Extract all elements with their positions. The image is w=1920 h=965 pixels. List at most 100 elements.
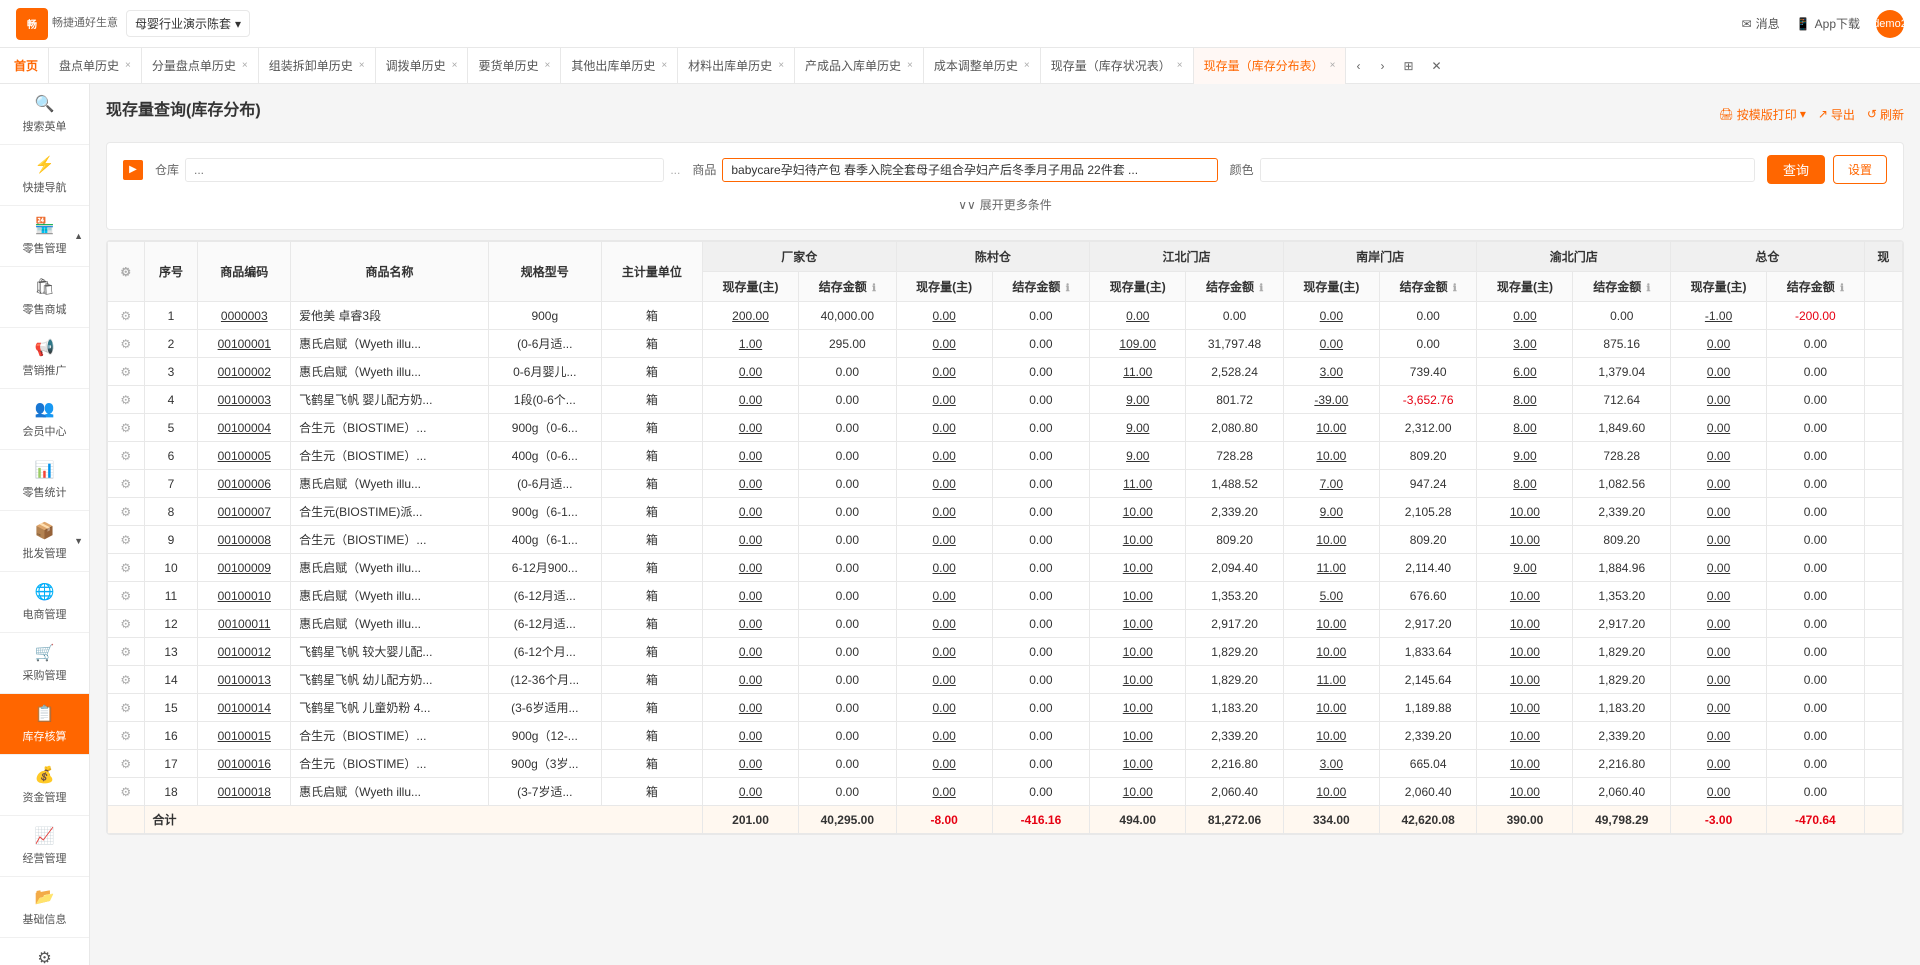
cell-code[interactable]: 00100007	[198, 498, 291, 526]
cell-code[interactable]: 00100006	[198, 470, 291, 498]
col-settings-header[interactable]: ⚙	[108, 242, 145, 302]
cell-jiangbei-qty[interactable]: 10.00	[1090, 498, 1186, 526]
cell-chenmei-qty[interactable]: 0.00	[896, 526, 992, 554]
search-toggle-button[interactable]: ▶	[123, 160, 143, 180]
warehouse-more-button[interactable]: ...	[670, 163, 680, 177]
cell-chenmei-qty[interactable]: 0.00	[896, 330, 992, 358]
tab-combo-close[interactable]: ×	[359, 60, 365, 71]
nanan-amt-info-icon[interactable]: ℹ	[1453, 283, 1457, 294]
cell-factory-qty[interactable]: 0.00	[703, 610, 799, 638]
cell-jiangbei-qty[interactable]: 9.00	[1090, 442, 1186, 470]
cell-code[interactable]: 00100018	[198, 778, 291, 806]
cell-jiangbei-qty[interactable]: 10.00	[1090, 722, 1186, 750]
cell-factory-qty[interactable]: 0.00	[703, 414, 799, 442]
cell-settings[interactable]: ⚙	[108, 302, 145, 330]
cell-settings[interactable]: ⚙	[108, 330, 145, 358]
cell-code[interactable]: 00100005	[198, 442, 291, 470]
cell-factory-qty[interactable]: 0.00	[703, 582, 799, 610]
cell-jiangbei-qty[interactable]: 10.00	[1090, 694, 1186, 722]
cell-yubei-qty[interactable]: 10.00	[1477, 498, 1573, 526]
cell-total-qty[interactable]: 0.00	[1671, 694, 1767, 722]
cell-factory-qty[interactable]: 0.00	[703, 498, 799, 526]
cell-factory-qty[interactable]: 0.00	[703, 442, 799, 470]
cell-jiangbei-qty[interactable]: 10.00	[1090, 582, 1186, 610]
color-input[interactable]	[1260, 158, 1755, 182]
tab-cost-adj-close[interactable]: ×	[1024, 60, 1030, 71]
cell-code[interactable]: 00100014	[198, 694, 291, 722]
cell-factory-qty[interactable]: 0.00	[703, 526, 799, 554]
cell-jiangbei-qty[interactable]: 109.00	[1090, 330, 1186, 358]
cell-code[interactable]: 00100009	[198, 554, 291, 582]
cell-total-qty[interactable]: 0.00	[1671, 442, 1767, 470]
print-button[interactable]: 🖨 按模版打印 ▾	[1719, 106, 1806, 123]
tab-material-close[interactable]: ×	[778, 60, 784, 71]
cell-factory-qty[interactable]: 0.00	[703, 358, 799, 386]
cell-chenmei-qty[interactable]: 0.00	[896, 778, 992, 806]
cell-code[interactable]: 00100011	[198, 610, 291, 638]
sidebar-item-retail-store[interactable]: 🛍 零售商城	[0, 267, 89, 328]
tab-stock-dist[interactable]: 现存量（库存分布表） ×	[1194, 48, 1347, 84]
tab-combo[interactable]: 组装拆卸单历史 ×	[259, 48, 376, 84]
tab-stock-status-close[interactable]: ×	[1177, 60, 1183, 71]
cell-yubei-qty[interactable]: 10.00	[1477, 526, 1573, 554]
cell-jiangbei-qty[interactable]: 10.00	[1090, 638, 1186, 666]
cell-nanan-qty[interactable]: 10.00	[1283, 442, 1379, 470]
tab-request-close[interactable]: ×	[544, 60, 550, 71]
cell-chenmei-qty[interactable]: 0.00	[896, 358, 992, 386]
sidebar-item-member[interactable]: 👥 会员中心	[0, 389, 89, 450]
tab-expand-button[interactable]: ⊞	[1394, 48, 1422, 84]
cell-yubei-qty[interactable]: 10.00	[1477, 694, 1573, 722]
cell-nanan-qty[interactable]: 0.00	[1283, 302, 1379, 330]
cell-factory-qty[interactable]: 0.00	[703, 778, 799, 806]
cell-yubei-qty[interactable]: 10.00	[1477, 750, 1573, 778]
sidebar-item-retail-mgmt[interactable]: 🏪 零售管理 ▲	[0, 206, 89, 267]
cell-nanan-qty[interactable]: 11.00	[1283, 554, 1379, 582]
cell-settings[interactable]: ⚙	[108, 666, 145, 694]
tab-stock-status[interactable]: 现存量（库存状况表） ×	[1041, 48, 1194, 84]
sidebar-item-system[interactable]: ⚙ 系统管理	[0, 938, 89, 965]
cell-settings[interactable]: ⚙	[108, 358, 145, 386]
cell-code[interactable]: 0000003	[198, 302, 291, 330]
cell-factory-qty[interactable]: 0.00	[703, 694, 799, 722]
tab-spot2-close[interactable]: ×	[242, 60, 248, 71]
cell-chenmei-qty[interactable]: 0.00	[896, 414, 992, 442]
cell-total-qty[interactable]: 0.00	[1671, 526, 1767, 554]
cell-settings[interactable]: ⚙	[108, 610, 145, 638]
avatar[interactable]: demo2	[1876, 10, 1904, 38]
sidebar-item-quick[interactable]: ⚡ 快捷导航	[0, 145, 89, 206]
cell-jiangbei-qty[interactable]: 11.00	[1090, 358, 1186, 386]
cell-chenmei-qty[interactable]: 0.00	[896, 302, 992, 330]
cell-total-qty[interactable]: 0.00	[1671, 722, 1767, 750]
cell-chenmei-qty[interactable]: 0.00	[896, 638, 992, 666]
cell-yubei-qty[interactable]: 3.00	[1477, 330, 1573, 358]
cell-jiangbei-qty[interactable]: 10.00	[1090, 610, 1186, 638]
cell-factory-qty[interactable]: 0.00	[703, 722, 799, 750]
tab-production[interactable]: 产成品入库单历史 ×	[795, 48, 924, 84]
cell-code[interactable]: 00100013	[198, 666, 291, 694]
sidebar-item-stock[interactable]: 📋 库存核算	[0, 694, 89, 755]
jiangbei-amt-info-icon[interactable]: ℹ	[1259, 283, 1263, 294]
cell-jiangbei-qty[interactable]: 9.00	[1090, 386, 1186, 414]
tab-home[interactable]: 首页	[4, 48, 49, 84]
tab-spot2[interactable]: 分量盘点单历史 ×	[142, 48, 259, 84]
sidebar-item-finance[interactable]: 💰 资金管理	[0, 755, 89, 816]
cell-code[interactable]: 00100012	[198, 638, 291, 666]
cell-settings[interactable]: ⚙	[108, 442, 145, 470]
cell-code[interactable]: 00100004	[198, 414, 291, 442]
cell-factory-qty[interactable]: 1.00	[703, 330, 799, 358]
tab-next-button[interactable]: ›	[1370, 48, 1394, 84]
cell-nanan-qty[interactable]: 0.00	[1283, 330, 1379, 358]
cell-settings[interactable]: ⚙	[108, 414, 145, 442]
cell-factory-qty[interactable]: 0.00	[703, 750, 799, 778]
cell-settings[interactable]: ⚙	[108, 722, 145, 750]
cell-total-qty[interactable]: 0.00	[1671, 386, 1767, 414]
cell-total-qty[interactable]: -1.00	[1671, 302, 1767, 330]
cell-nanan-qty[interactable]: 10.00	[1283, 694, 1379, 722]
cell-code[interactable]: 00100001	[198, 330, 291, 358]
cell-chenmei-qty[interactable]: 0.00	[896, 666, 992, 694]
cell-jiangbei-qty[interactable]: 10.00	[1090, 554, 1186, 582]
cell-factory-qty[interactable]: 0.00	[703, 470, 799, 498]
cell-yubei-qty[interactable]: 8.00	[1477, 470, 1573, 498]
refresh-button[interactable]: ↺ 刷新	[1867, 106, 1904, 123]
cell-chenmei-qty[interactable]: 0.00	[896, 386, 992, 414]
